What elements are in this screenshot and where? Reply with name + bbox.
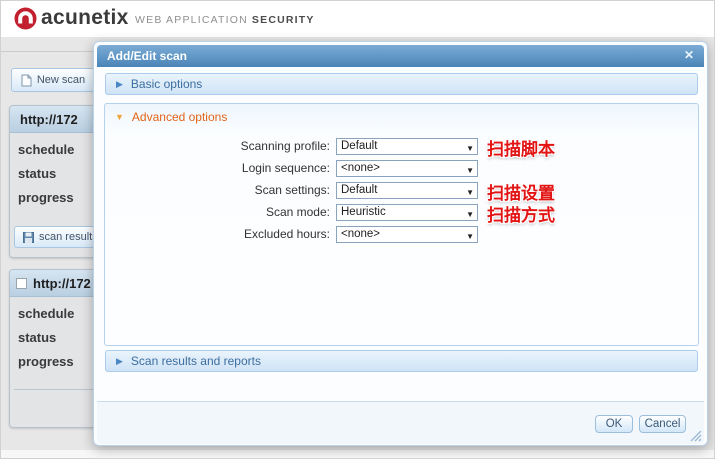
form-row: Scan mode: Heuristic ▼ 扫描方式	[105, 204, 698, 226]
login-sequence-select[interactable]: <none> ▼	[336, 160, 478, 177]
form-row: Login sequence: <none> ▼	[105, 160, 698, 178]
selected-value: Default	[341, 184, 378, 196]
tagline: WEB APPLICATION SECURITY	[135, 14, 315, 26]
close-icon[interactable]: ✕	[684, 48, 694, 62]
tagline-light: WEB APPLICATION	[135, 14, 248, 26]
chevron-down-icon: ▼	[115, 112, 124, 122]
scan-settings-select[interactable]: Default ▼	[336, 182, 478, 199]
scanning-profile-select[interactable]: Default ▼	[336, 138, 478, 155]
app-header: acunetix WEB APPLICATION SECURITY	[1, 1, 714, 37]
form-row: Scan settings: Default ▼ 扫描设置	[105, 182, 698, 204]
scan-mode-select[interactable]: Heuristic ▼	[336, 204, 478, 221]
cancel-button[interactable]: Cancel	[639, 415, 686, 433]
advanced-options-panel: ▼ Advanced options Scanning profile: Def…	[104, 103, 699, 346]
dropdown-arrow-icon: ▼	[466, 166, 474, 175]
dialog-titlebar[interactable]: Add/Edit scan ✕	[97, 45, 704, 67]
new-scan-label: New scan	[36, 74, 86, 86]
scan-results-reports-label: Scan results and reports	[130, 354, 261, 368]
target-url: http://172	[20, 111, 78, 127]
dropdown-arrow-icon: ▼	[466, 210, 474, 219]
login-sequence-label: Login sequence:	[241, 161, 330, 175]
screen: acunetix WEB APPLICATION SECURITY New sca…	[0, 0, 715, 459]
dialog-title: Add/Edit scan	[107, 49, 188, 63]
ok-button[interactable]: OK	[595, 415, 633, 433]
acunetix-logo-icon	[14, 7, 37, 29]
form-row: Excluded hours: <none> ▼	[105, 226, 698, 244]
dropdown-arrow-icon: ▼	[466, 144, 474, 153]
save-icon	[23, 231, 34, 243]
excluded-hours-select[interactable]: <none> ▼	[336, 226, 478, 243]
annotation-scan-profile: 扫描脚本	[487, 140, 555, 160]
target-url: http://172	[33, 275, 91, 291]
dialog-footer: OK Cancel	[97, 401, 704, 444]
acunetix-logo: acunetix	[14, 6, 129, 30]
form-row: Scanning profile: Default ▼ 扫描脚本	[105, 138, 698, 160]
target-checkbox[interactable]	[16, 277, 27, 289]
annotation-scan-mode: 扫描方式	[487, 206, 555, 226]
bottom-strip	[1, 450, 714, 458]
tabstrip-divider	[1, 51, 93, 52]
excluded-hours-label: Excluded hours:	[243, 227, 330, 241]
add-edit-scan-dialog: Add/Edit scan ✕ ▶ Basic options ▼ Advanc…	[93, 41, 708, 446]
selected-value: Default	[341, 140, 378, 152]
document-icon	[21, 74, 32, 86]
basic-options-label: Basic options	[130, 77, 203, 91]
basic-options-header[interactable]: ▶ Basic options	[105, 73, 698, 95]
scan-settings-label: Scan settings:	[254, 183, 330, 197]
advanced-options-label: Advanced options	[131, 110, 228, 124]
scan-results-reports-header[interactable]: ▶ Scan results and reports	[105, 350, 698, 372]
scanning-profile-label: Scanning profile:	[240, 139, 330, 153]
advanced-options-header[interactable]: ▼ Advanced options	[115, 110, 227, 124]
selected-value: Heuristic	[341, 206, 386, 218]
brand-text: acunetix	[41, 6, 129, 29]
scan-mode-label: Scan mode:	[265, 205, 330, 219]
resize-handle-icon[interactable]	[690, 430, 702, 442]
chevron-right-icon: ▶	[116, 355, 123, 366]
tagline-bold: SECURITY	[251, 14, 315, 26]
new-scan-button[interactable]: New scan	[11, 68, 95, 92]
dropdown-arrow-icon: ▼	[466, 188, 474, 197]
dropdown-arrow-icon: ▼	[466, 232, 474, 241]
scan-results-label: scan results	[39, 231, 98, 243]
selected-value: <none>	[341, 228, 381, 240]
selected-value: <none>	[341, 162, 381, 174]
chevron-right-icon: ▶	[116, 78, 123, 89]
